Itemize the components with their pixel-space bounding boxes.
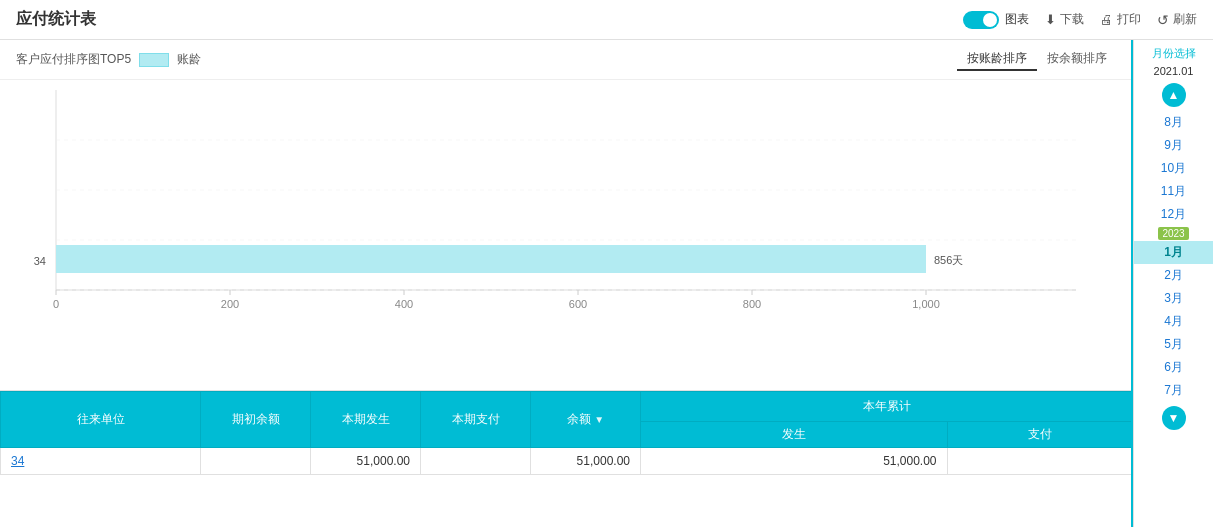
sidebar-month-11[interactable]: 11月 bbox=[1134, 180, 1213, 203]
chart-legend: 客户应付排序图TOP5 账龄 bbox=[16, 51, 201, 68]
bar-chart-svg: 34 856天 0 200 400 600 800 1,000 bbox=[16, 90, 1117, 340]
col-current-amount: 本期发生 bbox=[311, 392, 421, 448]
sort-buttons: 按账龄排序 按余额排序 bbox=[957, 48, 1117, 71]
x-tick-800: 800 bbox=[743, 298, 761, 310]
sidebar-year-2023[interactable]: 2023 bbox=[1158, 227, 1188, 240]
download-button[interactable]: 下载 bbox=[1045, 11, 1084, 28]
chart-toggle-wrap: 图表 bbox=[963, 11, 1029, 29]
sidebar-title: 月份选择 bbox=[1148, 40, 1200, 63]
page-title: 应付统计表 bbox=[16, 9, 96, 30]
chart-wrapper: 34 856天 0 200 400 600 800 1,000 bbox=[0, 80, 1133, 390]
header-actions: 图表 下载 打印 刷新 bbox=[963, 11, 1197, 29]
download-label: 下载 bbox=[1060, 11, 1084, 28]
print-label: 打印 bbox=[1117, 11, 1141, 28]
sidebar-month-10[interactable]: 10月 bbox=[1134, 157, 1213, 180]
refresh-button[interactable]: 刷新 bbox=[1157, 11, 1197, 28]
stats-table: 往来单位 期初余额 本期发生 本期支付 余额 ▼ 本年累计 发生 bbox=[0, 391, 1133, 475]
bar-end-label: 856天 bbox=[934, 254, 963, 266]
print-button[interactable]: 打印 bbox=[1100, 11, 1141, 28]
refresh-label: 刷新 bbox=[1173, 11, 1197, 28]
sidebar-down-button[interactable]: ▼ bbox=[1162, 406, 1186, 430]
col-unit: 往来单位 bbox=[1, 392, 201, 448]
col-ytd: 本年累计 bbox=[641, 392, 1133, 422]
sidebar-month-2[interactable]: 2月 bbox=[1134, 264, 1213, 287]
table-body: 34 51,000.00 51,000.00 51,000.00 bbox=[1, 448, 1133, 475]
sidebar-month-12[interactable]: 12月 bbox=[1134, 203, 1213, 226]
col-balance: 余额 ▼ bbox=[531, 392, 641, 448]
legend-box-label: 账龄 bbox=[177, 51, 201, 68]
x-tick-0: 0 bbox=[53, 298, 59, 310]
sidebar-month-4[interactable]: 4月 bbox=[1134, 310, 1213, 333]
refresh-icon bbox=[1157, 12, 1169, 28]
cell-opening bbox=[201, 448, 311, 475]
col-ytd-payment: 支付 bbox=[947, 422, 1132, 448]
sidebar-month-3[interactable]: 3月 bbox=[1134, 287, 1213, 310]
cell-ytd-amount: 51,000.00 bbox=[641, 448, 948, 475]
sidebar-month-5[interactable]: 5月 bbox=[1134, 333, 1213, 356]
sort-by-amount-button[interactable]: 按账龄排序 bbox=[957, 48, 1037, 71]
col-current-payment: 本期支付 bbox=[421, 392, 531, 448]
chart-section: 客户应付排序图TOP5 账龄 按账龄排序 按余额排序 bbox=[0, 40, 1133, 527]
chart-header: 客户应付排序图TOP5 账龄 按账龄排序 按余额排序 bbox=[0, 40, 1133, 80]
sidebar-month-6[interactable]: 6月 bbox=[1134, 356, 1213, 379]
cell-current-amount: 51,000.00 bbox=[311, 448, 421, 475]
col-ytd-amount: 发生 bbox=[641, 422, 948, 448]
cell-unit: 34 bbox=[1, 448, 201, 475]
legend-title: 客户应付排序图TOP5 bbox=[16, 51, 131, 68]
bar-34 bbox=[56, 245, 926, 273]
table-row: 34 51,000.00 51,000.00 51,000.00 bbox=[1, 448, 1133, 475]
cell-current-payment bbox=[421, 448, 531, 475]
unit-link[interactable]: 34 bbox=[11, 454, 24, 468]
sort-by-balance-button[interactable]: 按余额排序 bbox=[1037, 48, 1117, 71]
col-opening: 期初余额 bbox=[201, 392, 311, 448]
sidebar-month-1[interactable]: 1月 bbox=[1134, 241, 1213, 264]
x-tick-1000: 1,000 bbox=[912, 298, 940, 310]
cell-balance: 51,000.00 bbox=[531, 448, 641, 475]
table-section: 往来单位 期初余额 本期发生 本期支付 余额 ▼ 本年累计 发生 bbox=[0, 390, 1133, 475]
print-icon bbox=[1100, 12, 1113, 27]
col-balance-text: 余额 bbox=[567, 412, 591, 426]
sidebar-month-7[interactable]: 7月 bbox=[1134, 379, 1213, 402]
col-balance-icon: ▼ bbox=[594, 414, 604, 425]
main-content: 客户应付排序图TOP5 账龄 按账龄排序 按余额排序 bbox=[0, 40, 1213, 527]
sidebar-month-8[interactable]: 8月 bbox=[1134, 111, 1213, 134]
cell-ytd-payment bbox=[947, 448, 1132, 475]
download-icon bbox=[1045, 12, 1056, 27]
sidebar-up-button[interactable]: ▲ bbox=[1162, 83, 1186, 107]
sidebar-month-9[interactable]: 9月 bbox=[1134, 134, 1213, 157]
x-tick-600: 600 bbox=[569, 298, 587, 310]
app-header: 应付统计表 图表 下载 打印 刷新 bbox=[0, 0, 1213, 40]
sidebar-current-date: 2021.01 bbox=[1150, 63, 1198, 79]
toggle-label: 图表 bbox=[1005, 11, 1029, 28]
x-tick-200: 200 bbox=[221, 298, 239, 310]
x-tick-400: 400 bbox=[395, 298, 413, 310]
sidebar: 月份选择 2021.01 ▲ 8月 9月 10月 11月 12月 2023 1月… bbox=[1133, 40, 1213, 527]
y-label-34: 34 bbox=[34, 255, 46, 267]
chart-toggle[interactable] bbox=[963, 11, 999, 29]
legend-box bbox=[139, 53, 169, 67]
